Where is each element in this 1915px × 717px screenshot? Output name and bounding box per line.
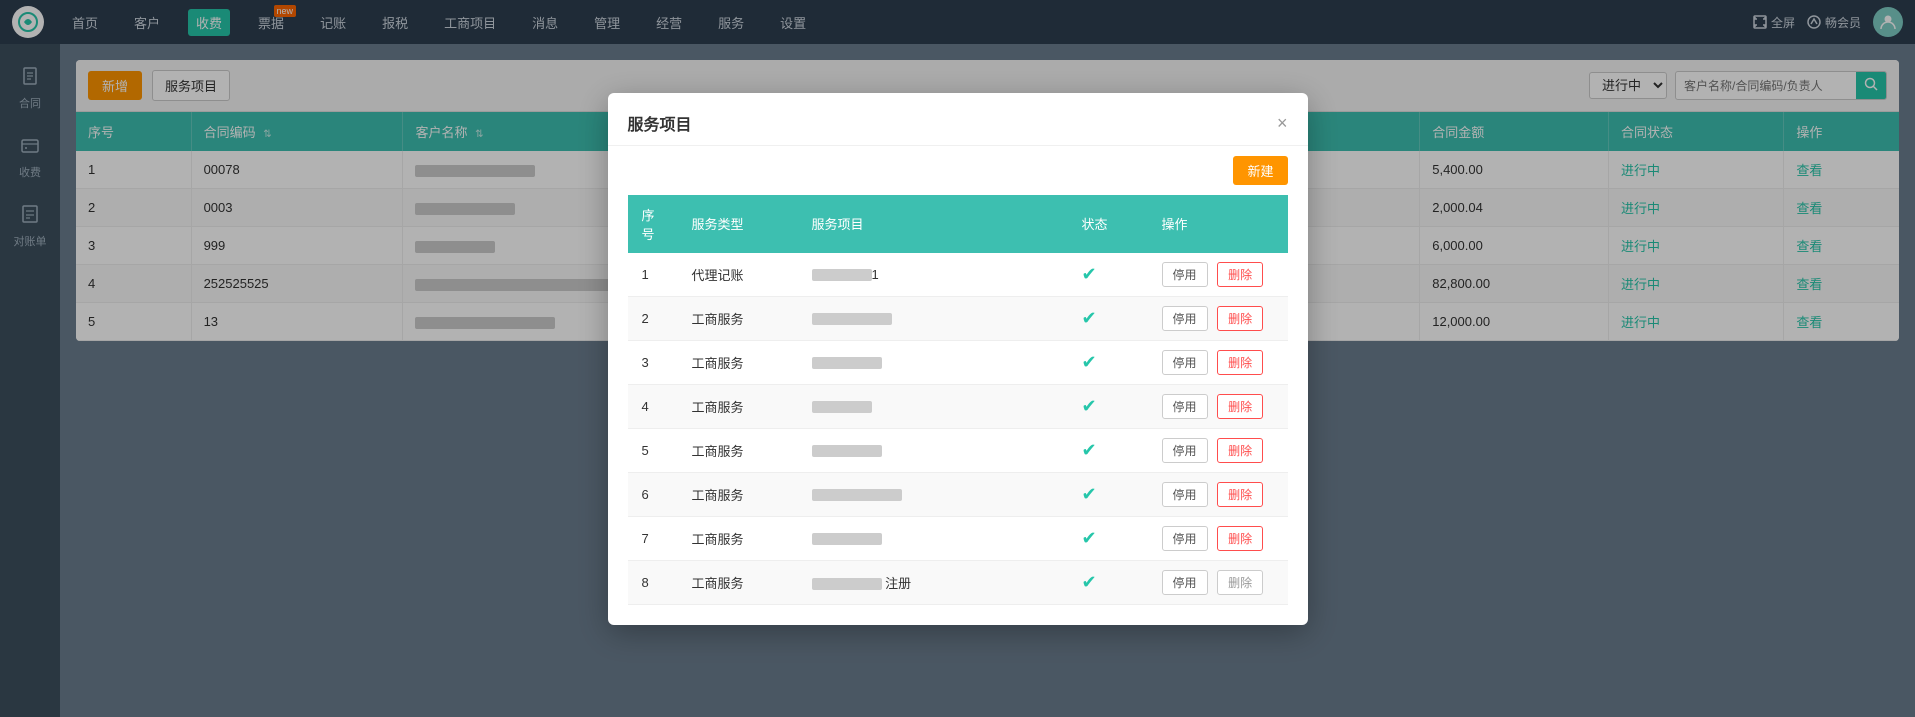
- mcell-item: [798, 296, 1068, 340]
- service-modal: 服务项目 × 新建 序号 服务类型 服务项目 状态 操作: [608, 93, 1308, 625]
- stop-button[interactable]: 停用: [1162, 438, 1208, 463]
- mcell-type: 工商服务: [678, 340, 798, 384]
- mcell-type: 工商服务: [678, 472, 798, 516]
- mcell-type: 工商服务: [678, 384, 798, 428]
- list-item: 4 工商服务 ✔ 停用 删除: [628, 384, 1288, 428]
- stop-button[interactable]: 停用: [1162, 306, 1208, 331]
- stop-button[interactable]: 停用: [1162, 570, 1208, 595]
- mcell-type: 工商服务: [678, 516, 798, 560]
- status-check-icon: ✔: [1082, 308, 1097, 328]
- status-check-icon: ✔: [1082, 572, 1097, 592]
- modal-tbody: 1 代理记账 1 ✔ 停用 删除 2 工商服务 ✔ 停用 删除 3 工商服务 ✔…: [628, 253, 1288, 605]
- mcell-seq: 8: [628, 560, 678, 604]
- delete-button[interactable]: 删除: [1217, 262, 1263, 287]
- list-item: 5 工商服务 ✔ 停用 删除: [628, 428, 1288, 472]
- mth-item: 服务项目: [798, 195, 1068, 253]
- mcell-status: ✔: [1068, 560, 1148, 604]
- delete-button[interactable]: 删除: [1217, 350, 1263, 375]
- mcell-status: ✔: [1068, 384, 1148, 428]
- modal-close-button[interactable]: ×: [1277, 114, 1288, 132]
- mcell-item: 注册: [798, 560, 1068, 604]
- list-item: 6 工商服务 ✔ 停用 删除: [628, 472, 1288, 516]
- list-item: 2 工商服务 ✔ 停用 删除: [628, 296, 1288, 340]
- delete-button[interactable]: 删除: [1217, 438, 1263, 463]
- list-item: 8 工商服务 注册 ✔ 停用 删除: [628, 560, 1288, 604]
- mth-action: 操作: [1148, 195, 1288, 253]
- mcell-action: 停用 删除: [1148, 560, 1288, 604]
- status-check-icon: ✔: [1082, 264, 1097, 284]
- mcell-item: [798, 340, 1068, 384]
- mth-type: 服务类型: [678, 195, 798, 253]
- mcell-item: 1: [798, 253, 1068, 297]
- list-item: 3 工商服务 ✔ 停用 删除: [628, 340, 1288, 384]
- mcell-type: 工商服务: [678, 560, 798, 604]
- modal-title: 服务项目: [628, 111, 692, 135]
- modal-header: 服务项目 ×: [608, 93, 1308, 146]
- mcell-status: ✔: [1068, 428, 1148, 472]
- mcell-status: ✔: [1068, 516, 1148, 560]
- delete-button[interactable]: 删除: [1217, 306, 1263, 331]
- mcell-status: ✔: [1068, 253, 1148, 297]
- status-check-icon: ✔: [1082, 528, 1097, 548]
- modal-new-button[interactable]: 新建: [1233, 156, 1287, 185]
- delete-button[interactable]: 删除: [1217, 482, 1263, 507]
- delete-button[interactable]: 删除: [1217, 526, 1263, 551]
- status-check-icon: ✔: [1082, 440, 1097, 460]
- stop-button[interactable]: 停用: [1162, 262, 1208, 287]
- stop-button[interactable]: 停用: [1162, 526, 1208, 551]
- status-check-icon: ✔: [1082, 352, 1097, 372]
- delete-button[interactable]: 删除: [1217, 394, 1263, 419]
- modal-table-header: 序号 服务类型 服务项目 状态 操作: [628, 195, 1288, 253]
- mcell-seq: 6: [628, 472, 678, 516]
- mcell-seq: 5: [628, 428, 678, 472]
- stop-button[interactable]: 停用: [1162, 350, 1208, 375]
- mth-status: 状态: [1068, 195, 1148, 253]
- mcell-seq: 7: [628, 516, 678, 560]
- mcell-action: 停用 删除: [1148, 428, 1288, 472]
- mcell-item: [798, 428, 1068, 472]
- mcell-item: [798, 472, 1068, 516]
- status-check-icon: ✔: [1082, 396, 1097, 416]
- mcell-item: [798, 384, 1068, 428]
- mcell-item: [798, 516, 1068, 560]
- mcell-seq: 1: [628, 253, 678, 297]
- modal-table-wrap: 序号 服务类型 服务项目 状态 操作 1 代理记账 1 ✔ 停用 删除 2 工商…: [608, 195, 1308, 625]
- status-check-icon: ✔: [1082, 484, 1097, 504]
- mcell-status: ✔: [1068, 472, 1148, 516]
- mcell-action: 停用 删除: [1148, 296, 1288, 340]
- mcell-type: 代理记账: [678, 253, 798, 297]
- list-item: 7 工商服务 ✔ 停用 删除: [628, 516, 1288, 560]
- mcell-status: ✔: [1068, 340, 1148, 384]
- modal-body: 序号 服务类型 服务项目 状态 操作 1 代理记账 1 ✔ 停用 删除 2 工商…: [608, 195, 1308, 625]
- modal-service-table: 序号 服务类型 服务项目 状态 操作 1 代理记账 1 ✔ 停用 删除 2 工商…: [628, 195, 1288, 605]
- mcell-action: 停用 删除: [1148, 384, 1288, 428]
- mcell-action: 停用 删除: [1148, 340, 1288, 384]
- mcell-status: ✔: [1068, 296, 1148, 340]
- mcell-seq: 2: [628, 296, 678, 340]
- delete-button-disabled[interactable]: 删除: [1217, 570, 1263, 595]
- mcell-seq: 4: [628, 384, 678, 428]
- modal-toolbar: 新建: [608, 146, 1308, 195]
- mcell-type: 工商服务: [678, 296, 798, 340]
- list-item: 1 代理记账 1 ✔ 停用 删除: [628, 253, 1288, 297]
- mcell-action: 停用 删除: [1148, 516, 1288, 560]
- modal-overlay[interactable]: 服务项目 × 新建 序号 服务类型 服务项目 状态 操作: [0, 0, 1915, 717]
- mcell-seq: 3: [628, 340, 678, 384]
- stop-button[interactable]: 停用: [1162, 394, 1208, 419]
- stop-button[interactable]: 停用: [1162, 482, 1208, 507]
- mcell-action: 停用 删除: [1148, 253, 1288, 297]
- mcell-action: 停用 删除: [1148, 472, 1288, 516]
- mcell-type: 工商服务: [678, 428, 798, 472]
- mth-seq: 序号: [628, 195, 678, 253]
